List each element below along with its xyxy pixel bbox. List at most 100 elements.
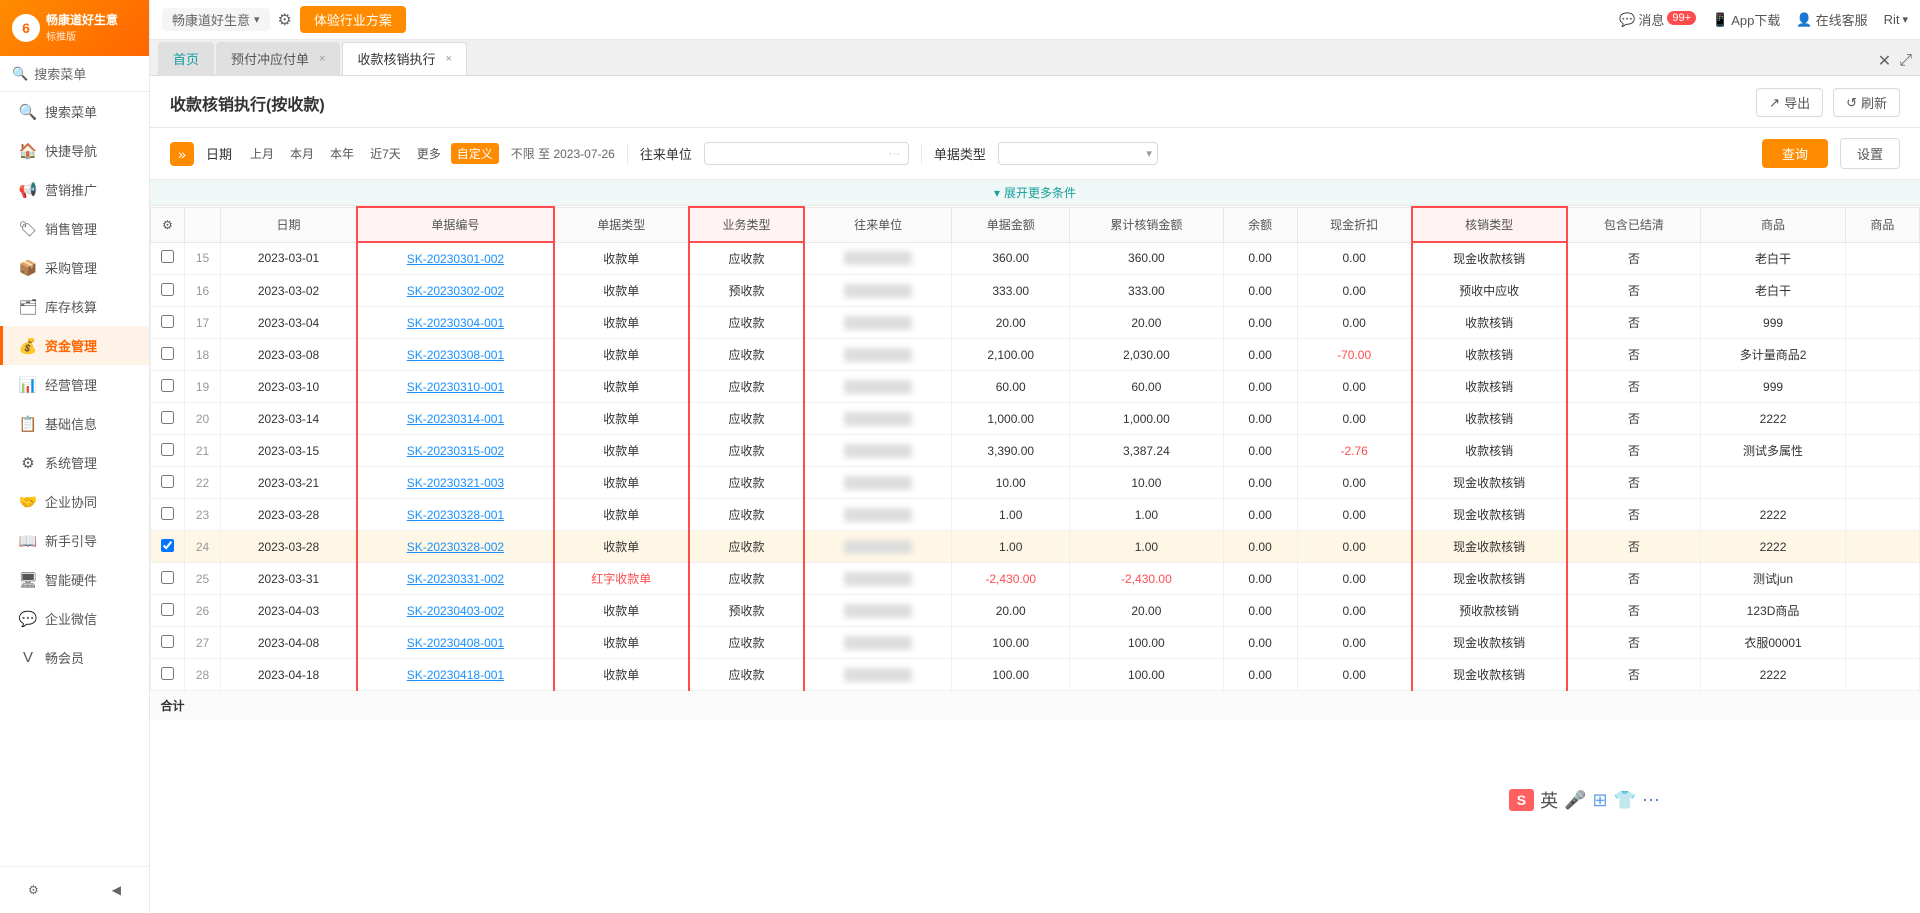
cell-checkbox[interactable] xyxy=(151,371,185,403)
row-checkbox[interactable] xyxy=(161,603,174,616)
sidebar-item-operation[interactable]: 📊经营管理 xyxy=(0,365,149,404)
user-info[interactable]: Rit ▾ xyxy=(1884,12,1908,27)
row-checkbox[interactable] xyxy=(161,347,174,360)
sidebar-item-enterprise[interactable]: 🤝企业协同 xyxy=(0,482,149,521)
sidebar-item-finance[interactable]: 💰资金管理 xyxy=(0,326,149,365)
table-row[interactable]: 24 2023-03-28 SK-20230328-002 收款单 应收款 ██… xyxy=(151,531,1920,563)
sidebar-item-purchase[interactable]: 📦采购管理 xyxy=(0,248,149,287)
expand-more-conditions[interactable]: ▾ 展开更多条件 xyxy=(150,180,1920,206)
custom-date-btn[interactable]: 自定义 xyxy=(451,143,499,164)
row-checkbox[interactable] xyxy=(161,667,174,680)
voucher-link[interactable]: SK-20230418-001 xyxy=(407,668,504,682)
row-checkbox[interactable] xyxy=(161,379,174,392)
voucher-link[interactable]: SK-20230328-001 xyxy=(407,508,504,522)
query-btn[interactable]: 查询 xyxy=(1762,139,1828,168)
table-row[interactable]: 18 2023-03-08 SK-20230308-001 收款单 应收款 ██… xyxy=(151,339,1920,371)
row-checkbox[interactable] xyxy=(161,635,174,648)
filter-toggle-btn[interactable]: » xyxy=(170,142,194,166)
sidebar-settings-btn[interactable]: ⚙ xyxy=(12,875,55,905)
voucher-link[interactable]: SK-20230310-001 xyxy=(407,380,504,394)
table-row[interactable]: 26 2023-04-03 SK-20230403-002 收款单 预收款 ██… xyxy=(151,595,1920,627)
sidebar-item-sales[interactable]: 🏷销售管理 xyxy=(0,209,149,248)
maximize-icon[interactable]: ⤢ xyxy=(1899,52,1912,70)
voucher-link[interactable]: SK-20230301-002 xyxy=(407,252,504,266)
online-service-btn[interactable]: 👤 在线客服 xyxy=(1796,10,1867,29)
col-gear[interactable]: ⚙ xyxy=(151,207,185,242)
cell-checkbox[interactable] xyxy=(151,659,185,691)
export-btn[interactable]: ↗ 导出 xyxy=(1756,88,1823,117)
last-7-days-btn[interactable]: 近7天 xyxy=(364,143,407,164)
table-row[interactable]: 19 2023-03-10 SK-20230310-001 收款单 应收款 ██… xyxy=(151,371,1920,403)
row-checkbox[interactable] xyxy=(161,411,174,424)
tab-pending[interactable]: 预付冲应付单 × xyxy=(216,42,340,75)
row-checkbox[interactable] xyxy=(161,539,174,552)
voucher-link[interactable]: SK-20230408-001 xyxy=(407,636,504,650)
table-row[interactable]: 23 2023-03-28 SK-20230328-001 收款单 应收款 ██… xyxy=(151,499,1920,531)
cell-checkbox[interactable] xyxy=(151,242,185,275)
breadcrumb[interactable]: 畅康道好生意 ▾ xyxy=(162,8,270,31)
sidebar-collapse-btn[interactable]: ◀ xyxy=(96,875,137,905)
cell-checkbox[interactable] xyxy=(151,403,185,435)
voucher-link[interactable]: SK-20230314-001 xyxy=(407,412,504,426)
counterparty-input[interactable] xyxy=(713,146,889,161)
cell-checkbox[interactable] xyxy=(151,339,185,371)
sidebar-item-marketing[interactable]: 📢营销推广 xyxy=(0,170,149,209)
sidebar-item-quicknav[interactable]: 🏠快捷导航 xyxy=(0,131,149,170)
refresh-btn[interactable]: ↺ 刷新 xyxy=(1833,88,1900,117)
pending-tab-close[interactable]: × xyxy=(319,53,325,65)
row-checkbox[interactable] xyxy=(161,475,174,488)
sidebar-item-guide[interactable]: 📖新手引导 xyxy=(0,521,149,560)
table-row[interactable]: 25 2023-03-31 SK-20230331-002 红字收款单 应收款 … xyxy=(151,563,1920,595)
last-month-btn[interactable]: 上月 xyxy=(244,143,280,164)
table-row[interactable]: 20 2023-03-14 SK-20230314-001 收款单 应收款 ██… xyxy=(151,403,1920,435)
cell-checkbox[interactable] xyxy=(151,307,185,339)
voucher-link[interactable]: SK-20230331-002 xyxy=(407,572,504,586)
sidebar-item-search[interactable]: 🔍搜索菜单 xyxy=(0,92,149,131)
voucher-type-select[interactable] xyxy=(998,142,1158,165)
sidebar-search[interactable]: 🔍 搜索菜单 xyxy=(0,56,149,92)
topbar-gear-icon[interactable]: ⚙ xyxy=(278,10,292,30)
app-download-btn[interactable]: 📱 App下载 xyxy=(1712,10,1780,29)
voucher-link[interactable]: SK-20230403-002 xyxy=(407,604,504,618)
cell-checkbox[interactable] xyxy=(151,627,185,659)
voucher-link[interactable]: SK-20230315-002 xyxy=(407,444,504,458)
this-month-btn[interactable]: 本月 xyxy=(284,143,320,164)
this-year-btn[interactable]: 本年 xyxy=(324,143,360,164)
sidebar-item-member[interactable]: V畅会员 xyxy=(0,638,149,677)
sidebar-item-system[interactable]: ⚙系统管理 xyxy=(0,443,149,482)
row-checkbox[interactable] xyxy=(161,571,174,584)
table-row[interactable]: 28 2023-04-18 SK-20230418-001 收款单 应收款 ██… xyxy=(151,659,1920,691)
tab-collection[interactable]: 收款核销执行 × xyxy=(342,42,466,75)
sidebar-item-wechat[interactable]: 💬企业微信 xyxy=(0,599,149,638)
voucher-link[interactable]: SK-20230308-001 xyxy=(407,348,504,362)
message-btn[interactable]: 💬 消息 99+ xyxy=(1619,10,1696,29)
cell-checkbox[interactable] xyxy=(151,275,185,307)
row-checkbox[interactable] xyxy=(161,283,174,296)
tab-home[interactable]: 首页 xyxy=(158,42,214,75)
cell-checkbox[interactable] xyxy=(151,563,185,595)
industry-solution-btn[interactable]: 体验行业方案 xyxy=(300,6,406,33)
voucher-link[interactable]: SK-20230304-001 xyxy=(407,316,504,330)
cell-checkbox[interactable] xyxy=(151,467,185,499)
cell-checkbox[interactable] xyxy=(151,435,185,467)
sidebar-item-inventory[interactable]: 🗂库存核算 xyxy=(0,287,149,326)
close-icon[interactable]: ✕ xyxy=(1878,51,1891,71)
settings-btn[interactable]: 设置 xyxy=(1840,138,1900,169)
counterparty-input-wrap[interactable]: ··· xyxy=(704,142,909,165)
cell-checkbox[interactable] xyxy=(151,595,185,627)
voucher-link[interactable]: SK-20230302-002 xyxy=(407,284,504,298)
table-row[interactable]: 15 2023-03-01 SK-20230301-002 收款单 应收款 ██… xyxy=(151,242,1920,275)
row-checkbox[interactable] xyxy=(161,507,174,520)
cell-checkbox[interactable] xyxy=(151,499,185,531)
row-checkbox[interactable] xyxy=(161,315,174,328)
more-date-btn[interactable]: 更多 xyxy=(411,143,447,164)
table-row[interactable]: 22 2023-03-21 SK-20230321-003 收款单 应收款 ██… xyxy=(151,467,1920,499)
sidebar-item-hardware[interactable]: 🖥智能硬件 xyxy=(0,560,149,599)
table-row[interactable]: 21 2023-03-15 SK-20230315-002 收款单 应收款 ██… xyxy=(151,435,1920,467)
collection-tab-close[interactable]: × xyxy=(445,53,451,65)
table-row[interactable]: 16 2023-03-02 SK-20230302-002 收款单 预收款 ██… xyxy=(151,275,1920,307)
table-row[interactable]: 27 2023-04-08 SK-20230408-001 收款单 应收款 ██… xyxy=(151,627,1920,659)
sidebar-item-basic[interactable]: 📋基础信息 xyxy=(0,404,149,443)
voucher-link[interactable]: SK-20230328-002 xyxy=(407,540,504,554)
row-checkbox[interactable] xyxy=(161,250,174,263)
